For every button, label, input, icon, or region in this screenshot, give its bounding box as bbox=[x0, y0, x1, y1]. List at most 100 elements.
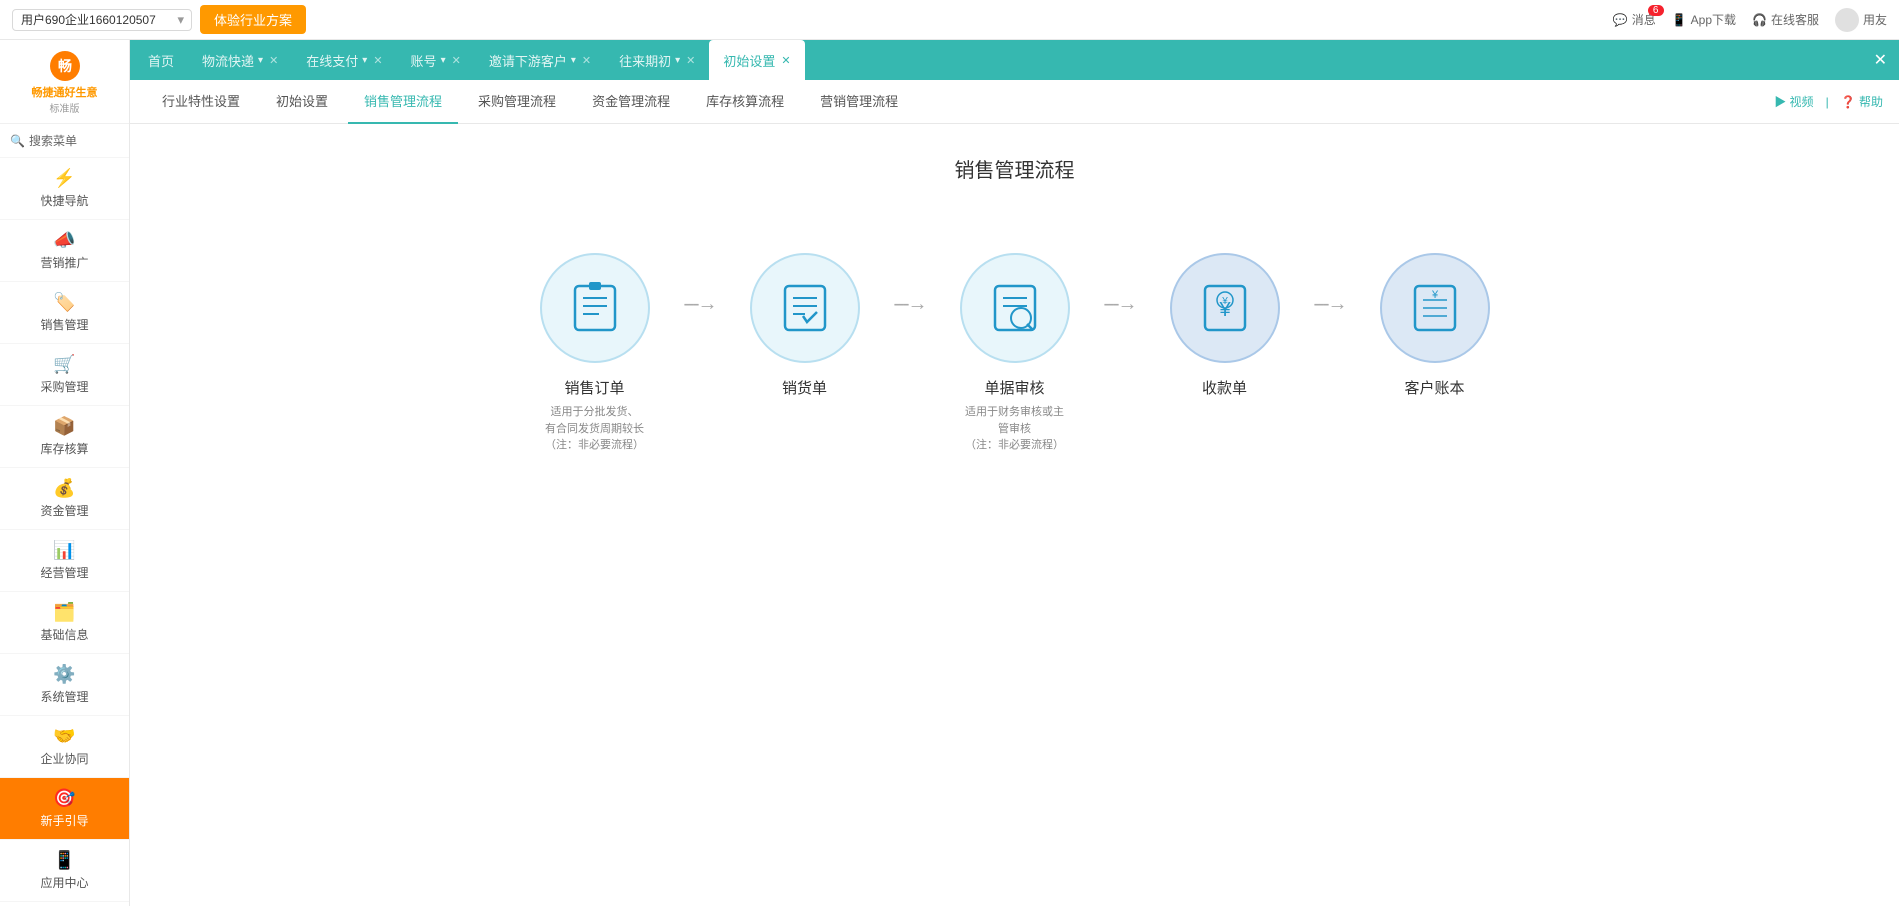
nav-tab-arrow: ▾ bbox=[258, 55, 263, 66]
sidebar-item-operations[interactable]: 📊 经营管理 bbox=[0, 530, 129, 592]
search-icon: 🔍 bbox=[10, 134, 25, 148]
sidebar-label: 系统管理 bbox=[40, 688, 88, 705]
flow-step-desc: 适用于分批发货、有合同发货周期较长（注：非必要流程） bbox=[545, 404, 644, 454]
nav-tabs: 首页 物流快递 ▾ ✕ 在线支付 ▾ ✕ 账号 ▾ ✕ 邀请下游客户 ▾ ✕ bbox=[130, 40, 1899, 80]
sidebar-search[interactable]: 🔍 搜索菜单 bbox=[0, 124, 129, 158]
search-label: 搜索菜单 bbox=[29, 132, 77, 149]
sub-tab-industry[interactable]: 行业特性设置 bbox=[146, 80, 256, 124]
sales-icon: 🏷️ bbox=[53, 292, 75, 313]
flow-arrow-3: ---→ bbox=[1095, 253, 1145, 316]
audit-icon bbox=[985, 278, 1045, 338]
sales-slip-icon bbox=[775, 278, 835, 338]
online-service-btn[interactable]: 🎧 在线客服 bbox=[1752, 11, 1819, 28]
basicinfo-icon: 🗂️ bbox=[53, 602, 75, 623]
purchase-icon: 🛒 bbox=[53, 354, 75, 375]
flow-step-sales-slip[interactable]: 销货单 bbox=[725, 253, 885, 404]
guide-icon: 🎯 bbox=[53, 788, 75, 809]
nav-tab-label: 账号 bbox=[411, 51, 437, 70]
arrow-dots-icon: ---→ bbox=[684, 293, 716, 316]
arrow-dots-icon: ---→ bbox=[1314, 293, 1346, 316]
trial-button[interactable]: 体验行业方案 bbox=[200, 5, 306, 34]
top-bar-right: 💬 6 消息 📱 App下载 🎧 在线客服 用友 bbox=[1613, 8, 1887, 32]
finance-icon: 💰 bbox=[53, 478, 75, 499]
sidebar-item-marketing[interactable]: 📣 营销推广 bbox=[0, 220, 129, 282]
user-select-wrap[interactable]: 用户690企业1660120507 bbox=[12, 9, 192, 31]
nav-tab-invite[interactable]: 邀请下游客户 ▾ ✕ bbox=[475, 40, 605, 80]
logo-sub: 标准版 bbox=[50, 100, 80, 115]
flow-step-ledger[interactable]: ¥ 客户账本 bbox=[1355, 253, 1515, 404]
sales-order-icon bbox=[565, 278, 625, 338]
sub-tab-purchase-flow[interactable]: 采购管理流程 bbox=[462, 80, 572, 124]
nav-tab-arrow: ▾ bbox=[441, 55, 446, 66]
message-icon: 💬 bbox=[1613, 13, 1628, 27]
sub-tab-sales-flow[interactable]: 销售管理流程 bbox=[348, 80, 458, 124]
sidebar-label: 采购管理 bbox=[40, 378, 88, 395]
nav-tab-close[interactable]: ✕ bbox=[269, 54, 278, 67]
sidebar-item-wechat[interactable]: 💬 企业微信 bbox=[0, 902, 129, 906]
sidebar-item-app-center[interactable]: 📱 应用中心 bbox=[0, 840, 129, 902]
video-btn[interactable]: ▶ 视频 bbox=[1774, 93, 1813, 110]
content-area: 销售管理流程 销售订单 适用于分批发货、有合同 bbox=[130, 124, 1899, 906]
sidebar-logo: 畅 畅捷通好生意 标准版 bbox=[0, 40, 129, 124]
sidebar-item-basic-info[interactable]: 🗂️ 基础信息 bbox=[0, 592, 129, 654]
help-icon: ❓ bbox=[1841, 95, 1856, 109]
sidebar-label: 新手引导 bbox=[40, 812, 88, 829]
sidebar-label: 应用中心 bbox=[40, 874, 88, 891]
message-btn[interactable]: 💬 6 消息 bbox=[1613, 11, 1656, 28]
nav-tab-close[interactable]: ✕ bbox=[373, 54, 382, 67]
sidebar-item-enterprise[interactable]: 🤝 企业协同 bbox=[0, 716, 129, 778]
nav-tab-close[interactable]: ✕ bbox=[781, 54, 790, 67]
flow-circle-ledger: ¥ bbox=[1380, 253, 1490, 363]
user-avatar-btn[interactable]: 用友 bbox=[1835, 8, 1887, 32]
sidebar-item-finance[interactable]: 💰 资金管理 bbox=[0, 468, 129, 530]
nav-tab-payment[interactable]: 在线支付 ▾ ✕ bbox=[292, 40, 396, 80]
sidebar-item-quick[interactable]: ⚡ 快捷导航 bbox=[0, 158, 129, 220]
nav-tab-home[interactable]: 首页 bbox=[134, 40, 188, 80]
sub-tab-initial[interactable]: 初始设置 bbox=[260, 80, 344, 124]
system-icon: ⚙️ bbox=[53, 664, 75, 685]
nav-tab-arrow: ▾ bbox=[362, 55, 367, 66]
flow-step-receipt[interactable]: ¥ ¥ 收款单 bbox=[1145, 253, 1305, 404]
user-select[interactable]: 用户690企业1660120507 bbox=[12, 9, 192, 31]
sub-tab-inventory-flow[interactable]: 库存核算流程 bbox=[690, 80, 800, 124]
sub-tab-finance-flow[interactable]: 资金管理流程 bbox=[576, 80, 686, 124]
help-btn[interactable]: ❓ 帮助 bbox=[1841, 93, 1883, 110]
sidebar-item-purchase[interactable]: 🛒 采购管理 bbox=[0, 344, 129, 406]
nav-tab-period[interactable]: 往来期初 ▾ ✕ bbox=[605, 40, 709, 80]
flow-arrow-4: ---→ bbox=[1305, 253, 1355, 316]
arrow-dots-icon: ---→ bbox=[1104, 293, 1136, 316]
flow-step-name: 客户账本 bbox=[1404, 377, 1464, 398]
nav-tab-initial[interactable]: 初始设置 ✕ bbox=[709, 40, 804, 80]
nav-tab-close[interactable]: ✕ bbox=[686, 54, 695, 67]
sidebar-label: 企业协同 bbox=[40, 750, 88, 767]
flow-step-desc: 适用于财务审核或主管审核（注：非必要流程） bbox=[965, 404, 1064, 454]
nav-tab-account[interactable]: 账号 ▾ ✕ bbox=[397, 40, 475, 80]
sidebar-label: 基础信息 bbox=[40, 626, 88, 643]
play-icon: ▶ bbox=[1774, 95, 1786, 109]
nav-tab-logistics[interactable]: 物流快递 ▾ ✕ bbox=[188, 40, 292, 80]
flow-step-audit[interactable]: 单据审核 适用于财务审核或主管审核（注：非必要流程） bbox=[935, 253, 1095, 454]
arrow-dots-icon: ---→ bbox=[894, 293, 926, 316]
flow-step-sales-order[interactable]: 销售订单 适用于分批发货、有合同发货周期较长（注：非必要流程） bbox=[515, 253, 675, 454]
top-bar-left: 用户690企业1660120507 体验行业方案 bbox=[12, 5, 306, 34]
nav-close-all-btn[interactable]: ✕ bbox=[1866, 50, 1895, 70]
enterprise-icon: 🤝 bbox=[53, 726, 75, 747]
flow-circle-audit bbox=[960, 253, 1070, 363]
nav-tab-close[interactable]: ✕ bbox=[582, 54, 591, 67]
nav-tab-close[interactable]: ✕ bbox=[452, 54, 461, 67]
sidebar-label: 资金管理 bbox=[40, 502, 88, 519]
sidebar-item-inventory[interactable]: 📦 库存核算 bbox=[0, 406, 129, 468]
layout: 畅 畅捷通好生意 标准版 🔍 搜索菜单 ⚡ 快捷导航 📣 营销推广 🏷️ 销售管… bbox=[0, 40, 1899, 906]
sidebar-item-guide[interactable]: 🎯 新手引导 bbox=[0, 778, 129, 840]
app-download-btn[interactable]: 📱 App下载 bbox=[1672, 11, 1736, 28]
download-icon: 📱 bbox=[1672, 13, 1687, 27]
sidebar-label: 销售管理 bbox=[40, 316, 88, 333]
flow-step-name: 单据审核 bbox=[984, 377, 1044, 398]
operations-icon: 📊 bbox=[53, 540, 75, 561]
sidebar-item-system[interactable]: ⚙️ 系统管理 bbox=[0, 654, 129, 716]
message-badge: 6 bbox=[1648, 5, 1664, 16]
sub-tab-marketing-flow[interactable]: 营销管理流程 bbox=[804, 80, 914, 124]
nav-tab-label: 初始设置 bbox=[723, 51, 775, 70]
sidebar-label: 营销推广 bbox=[40, 254, 88, 271]
sidebar-item-sales[interactable]: 🏷️ 销售管理 bbox=[0, 282, 129, 344]
